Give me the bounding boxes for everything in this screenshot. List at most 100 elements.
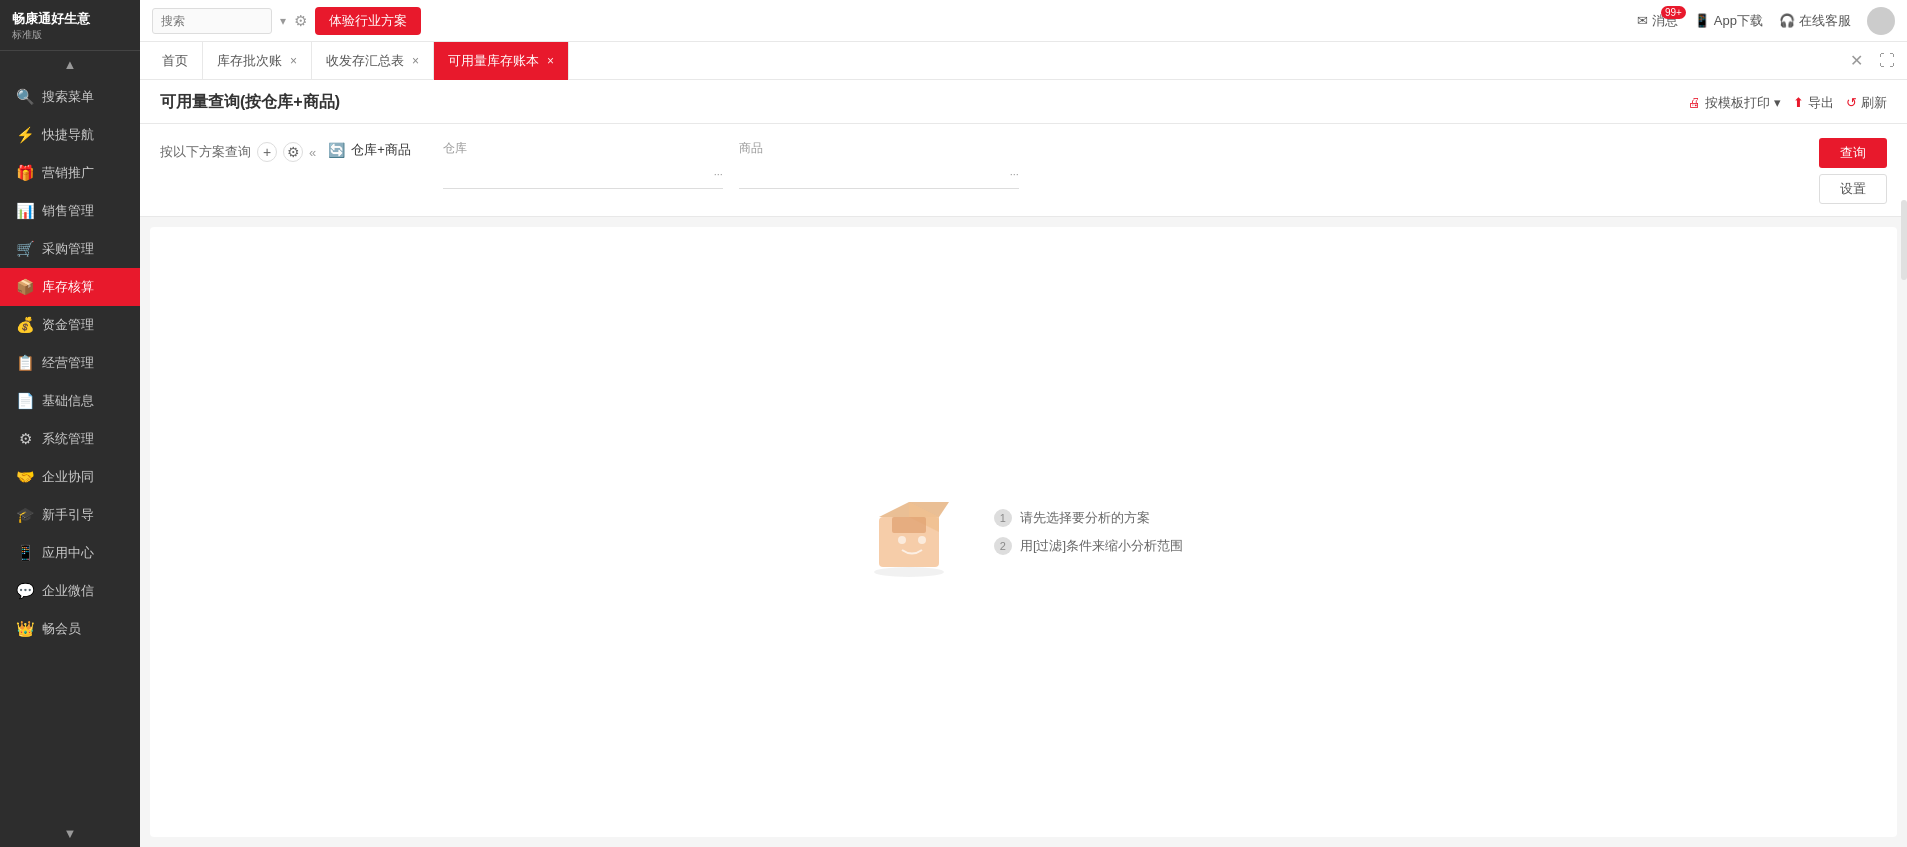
- filter-area: 按以下方案查询 + ⚙ « 🔄 仓库+商品 仓库 ···: [140, 124, 1907, 217]
- trial-button[interactable]: 体验行业方案: [315, 7, 421, 35]
- refresh-button[interactable]: ↺ 刷新: [1846, 94, 1887, 112]
- empty-state-area: 1 请先选择要分析的方案 2 用[过滤]条件来缩小分析范围: [150, 227, 1897, 837]
- sidebar-item-newbie[interactable]: 🎓 新手引导: [0, 496, 140, 534]
- warehouse-field-label: 仓库: [443, 140, 723, 157]
- sidebar-icon-basic: 📄: [16, 392, 34, 410]
- settings-icon[interactable]: ⚙: [294, 12, 307, 30]
- topbar-right: ✉ 消息 99+ 📱 App下载 🎧 在线客服: [1637, 7, 1895, 35]
- sidebar-item-enterprise[interactable]: 🤝 企业协同: [0, 458, 140, 496]
- sidebar-item-inventory[interactable]: 📦 库存核算: [0, 268, 140, 306]
- tab-receive-summary[interactable]: 收发存汇总表×: [312, 42, 434, 80]
- column-settings-button[interactable]: 设置: [1819, 174, 1887, 204]
- tab-home[interactable]: 首页: [148, 42, 203, 80]
- add-scheme-button[interactable]: +: [257, 142, 277, 162]
- filter-label-text: 按以下方案查询: [160, 143, 251, 161]
- scheme-name: 仓库+商品: [351, 141, 411, 159]
- filter-field-warehouse: 仓库 ···: [443, 140, 723, 189]
- print-button[interactable]: 🖨 按模板打印 ▾: [1688, 94, 1781, 112]
- sidebar-menu: 🔍 搜索菜单 ⚡ 快捷导航 🎁 营销推广 📊 销售管理 🛒 采购管理 📦 库存核…: [0, 78, 140, 820]
- page-header: 可用量查询(按仓库+商品) 🖨 按模板打印 ▾ ⬆ 导出 ↺ 刷新: [140, 80, 1907, 124]
- sidebar-item-search[interactable]: 🔍 搜索菜单: [0, 78, 140, 116]
- expand-tab-button[interactable]: ⛶: [1875, 48, 1899, 74]
- close-tab-button[interactable]: ✕: [1846, 47, 1867, 74]
- sidebar-item-purchase[interactable]: 🛒 采购管理: [0, 230, 140, 268]
- warehouse-more-icon[interactable]: ···: [714, 168, 723, 180]
- tab-close-batch-account[interactable]: ×: [290, 54, 297, 68]
- right-scrollbar[interactable]: [1901, 200, 1907, 280]
- sidebar-item-sales[interactable]: 📊 销售管理: [0, 192, 140, 230]
- sidebar-icon-operations: 📋: [16, 354, 34, 372]
- tab-close-receive-summary[interactable]: ×: [412, 54, 419, 68]
- sidebar-item-operations[interactable]: 📋 经营管理: [0, 344, 140, 382]
- phone-icon: 📱: [1694, 13, 1710, 28]
- sidebar-icon-appstore: 📱: [16, 544, 34, 562]
- sidebar-item-wechat[interactable]: 💬 企业微信: [0, 572, 140, 610]
- filter-field-product: 商品 ···: [739, 140, 1019, 189]
- content-area: 可用量查询(按仓库+商品) 🖨 按模板打印 ▾ ⬆ 导出 ↺ 刷新: [140, 80, 1907, 847]
- sidebar-icon-purchase: 🛒: [16, 240, 34, 258]
- tabs-bar: 首页库存批次账×收发存汇总表×可用量库存账本× ✕ ⛶: [140, 42, 1907, 80]
- topbar: ▾ ⚙ 体验行业方案 ✉ 消息 99+ 📱 App下载 🎧 在线客服: [140, 0, 1907, 42]
- sidebar-icon-quick: ⚡: [16, 126, 34, 144]
- step2-text: 用[过滤]条件来缩小分析范围: [1020, 537, 1183, 555]
- page-header-actions: 🖨 按模板打印 ▾ ⬆ 导出 ↺ 刷新: [1688, 94, 1887, 112]
- sidebar-icon-member: 👑: [16, 620, 34, 638]
- sidebar-label-inventory: 库存核算: [42, 278, 94, 296]
- search-input[interactable]: [152, 8, 272, 34]
- sidebar-item-marketing[interactable]: 🎁 营销推广: [0, 154, 140, 192]
- sidebar-icon-sales: 📊: [16, 202, 34, 220]
- sidebar-label-enterprise: 企业协同: [42, 468, 94, 486]
- app-download-btn[interactable]: 📱 App下载: [1694, 12, 1763, 30]
- query-button[interactable]: 查询: [1819, 138, 1887, 168]
- sidebar-item-quick[interactable]: ⚡ 快捷导航: [0, 116, 140, 154]
- filter-schemes: 🔄 仓库+商品: [316, 136, 423, 164]
- sidebar-item-system[interactable]: ⚙ 系统管理: [0, 420, 140, 458]
- online-service-label: 在线客服: [1799, 12, 1851, 30]
- user-avatar[interactable]: [1867, 7, 1895, 35]
- sidebar-label-basic: 基础信息: [42, 392, 94, 410]
- sidebar-label-newbie: 新手引导: [42, 506, 94, 524]
- empty-texts: 1 请先选择要分析的方案 2 用[过滤]条件来缩小分析范围: [994, 509, 1183, 555]
- scheme-item-warehouse-product[interactable]: 🔄 仓库+商品: [316, 136, 423, 164]
- product-field-input[interactable]: ···: [739, 159, 1019, 189]
- sidebar-label-finance: 资金管理: [42, 316, 94, 334]
- sidebar-scroll-up[interactable]: ▲: [0, 51, 140, 78]
- filter-actions: 查询 设置: [1809, 136, 1887, 204]
- empty-content: 1 请先选择要分析的方案 2 用[过滤]条件来缩小分析范围: [864, 482, 1183, 582]
- step2-num: 2: [994, 537, 1012, 555]
- sidebar-label-sales: 销售管理: [42, 202, 94, 220]
- sidebar-label-purchase: 采购管理: [42, 240, 94, 258]
- message-icon: ✉: [1637, 13, 1648, 28]
- export-label: 导出: [1808, 94, 1834, 112]
- warehouse-field-input[interactable]: ···: [443, 159, 723, 189]
- sidebar-item-appstore[interactable]: 📱 应用中心: [0, 534, 140, 572]
- refresh-label: 刷新: [1861, 94, 1887, 112]
- sidebar-icon-enterprise: 🤝: [16, 468, 34, 486]
- svg-point-6: [874, 567, 944, 577]
- export-button[interactable]: ⬆ 导出: [1793, 94, 1834, 112]
- sidebar-label-member: 畅会员: [42, 620, 81, 638]
- message-btn[interactable]: ✉ 消息 99+: [1637, 12, 1678, 30]
- sidebar-label-search: 搜索菜单: [42, 88, 94, 106]
- sidebar-item-basic[interactable]: 📄 基础信息: [0, 382, 140, 420]
- tab-batch-account[interactable]: 库存批次账 ×: [203, 42, 312, 80]
- empty-illustration-svg: [864, 482, 964, 582]
- sidebar-scroll-down[interactable]: ▼: [0, 820, 140, 847]
- headset-icon: 🎧: [1779, 13, 1795, 28]
- collapse-filter-button[interactable]: «: [309, 145, 316, 160]
- search-chevron-icon[interactable]: ▾: [280, 14, 286, 28]
- product-more-icon[interactable]: ···: [1010, 168, 1019, 180]
- tab-available-ledger[interactable]: 可用量库存账本×: [434, 42, 569, 80]
- sidebar-label-system: 系统管理: [42, 430, 94, 448]
- sidebar-logo: 畅康通好生意 标准版: [0, 0, 140, 51]
- tab-label-batch-account: 库存批次账: [217, 52, 282, 70]
- svg-rect-3: [892, 517, 926, 533]
- empty-step2: 2 用[过滤]条件来缩小分析范围: [994, 537, 1183, 555]
- online-service-btn[interactable]: 🎧 在线客服: [1779, 12, 1851, 30]
- sidebar-item-finance[interactable]: 💰 资金管理: [0, 306, 140, 344]
- svg-point-4: [898, 536, 906, 544]
- tab-close-available-ledger[interactable]: ×: [547, 54, 554, 68]
- scheme-setting-button[interactable]: ⚙: [283, 142, 303, 162]
- step1-text: 请先选择要分析的方案: [1020, 509, 1150, 527]
- sidebar-item-member[interactable]: 👑 畅会员: [0, 610, 140, 648]
